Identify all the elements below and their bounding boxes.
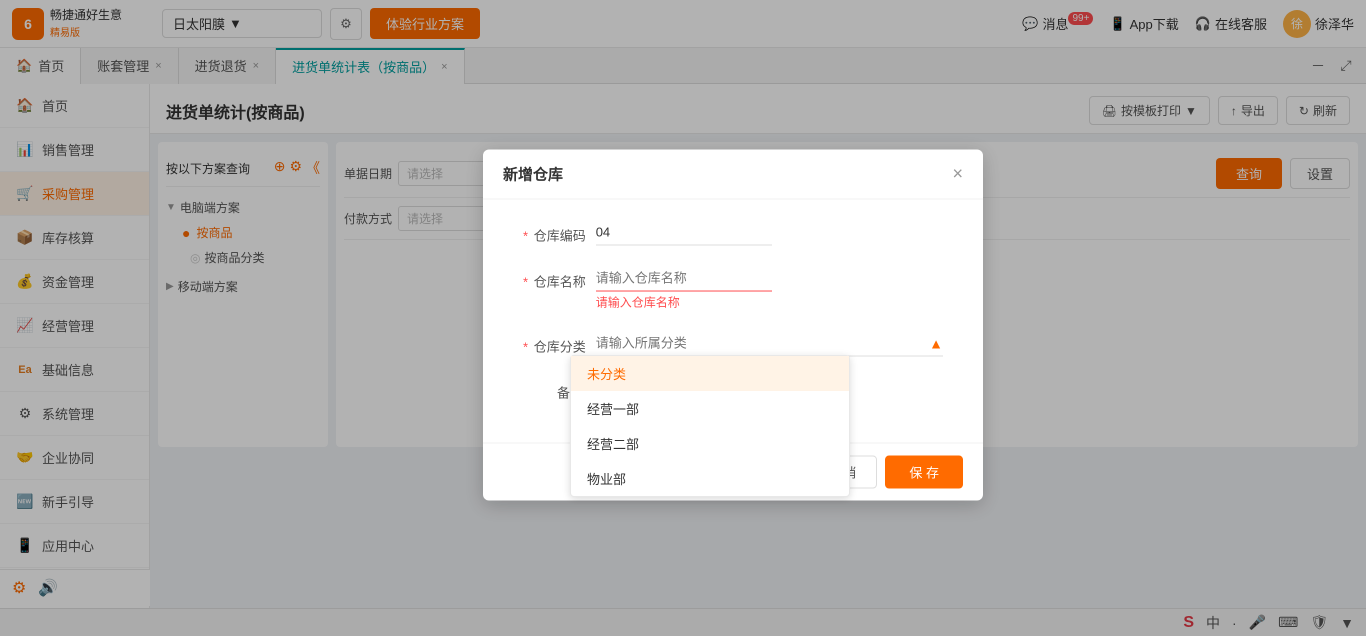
category-input[interactable]	[596, 331, 929, 356]
modal-title: 新增仓库	[503, 164, 563, 185]
warehouse-name-row: * 仓库名称 请输入仓库名称	[523, 266, 943, 311]
category-arrow-icon[interactable]: ▲	[929, 335, 943, 351]
category-dropdown: 未分类 经营一部 经营二部 物业部	[570, 355, 850, 497]
save-button[interactable]: 保 存	[885, 456, 963, 489]
dropdown-item-3[interactable]: 物业部	[571, 461, 849, 496]
warehouse-name-field: 请输入仓库名称	[596, 266, 943, 311]
warehouse-name-error: 请输入仓库名称	[596, 294, 943, 311]
warehouse-code-input[interactable]	[596, 220, 772, 246]
dropdown-item-2[interactable]: 经营二部	[571, 426, 849, 461]
category-input-wrapper: ▲	[596, 331, 943, 357]
modal-close-button[interactable]: ×	[952, 164, 963, 185]
dropdown-item-1[interactable]: 经营一部	[571, 391, 849, 426]
warehouse-name-inner: * 仓库名称 请输入仓库名称	[523, 266, 943, 311]
warehouse-category-label: * 仓库分类	[523, 331, 596, 356]
warehouse-code-label: * 仓库编码	[523, 220, 596, 245]
warehouse-code-row: * 仓库编码	[523, 220, 943, 246]
warehouse-category-row: * 仓库分类 ▲	[523, 331, 943, 357]
warehouse-name-input[interactable]	[596, 266, 772, 292]
warehouse-name-label: * 仓库名称	[523, 266, 596, 291]
dropdown-item-0[interactable]: 未分类	[571, 356, 849, 391]
warehouse-code-field	[596, 220, 943, 246]
modal-header: 新增仓库 ×	[483, 150, 983, 200]
